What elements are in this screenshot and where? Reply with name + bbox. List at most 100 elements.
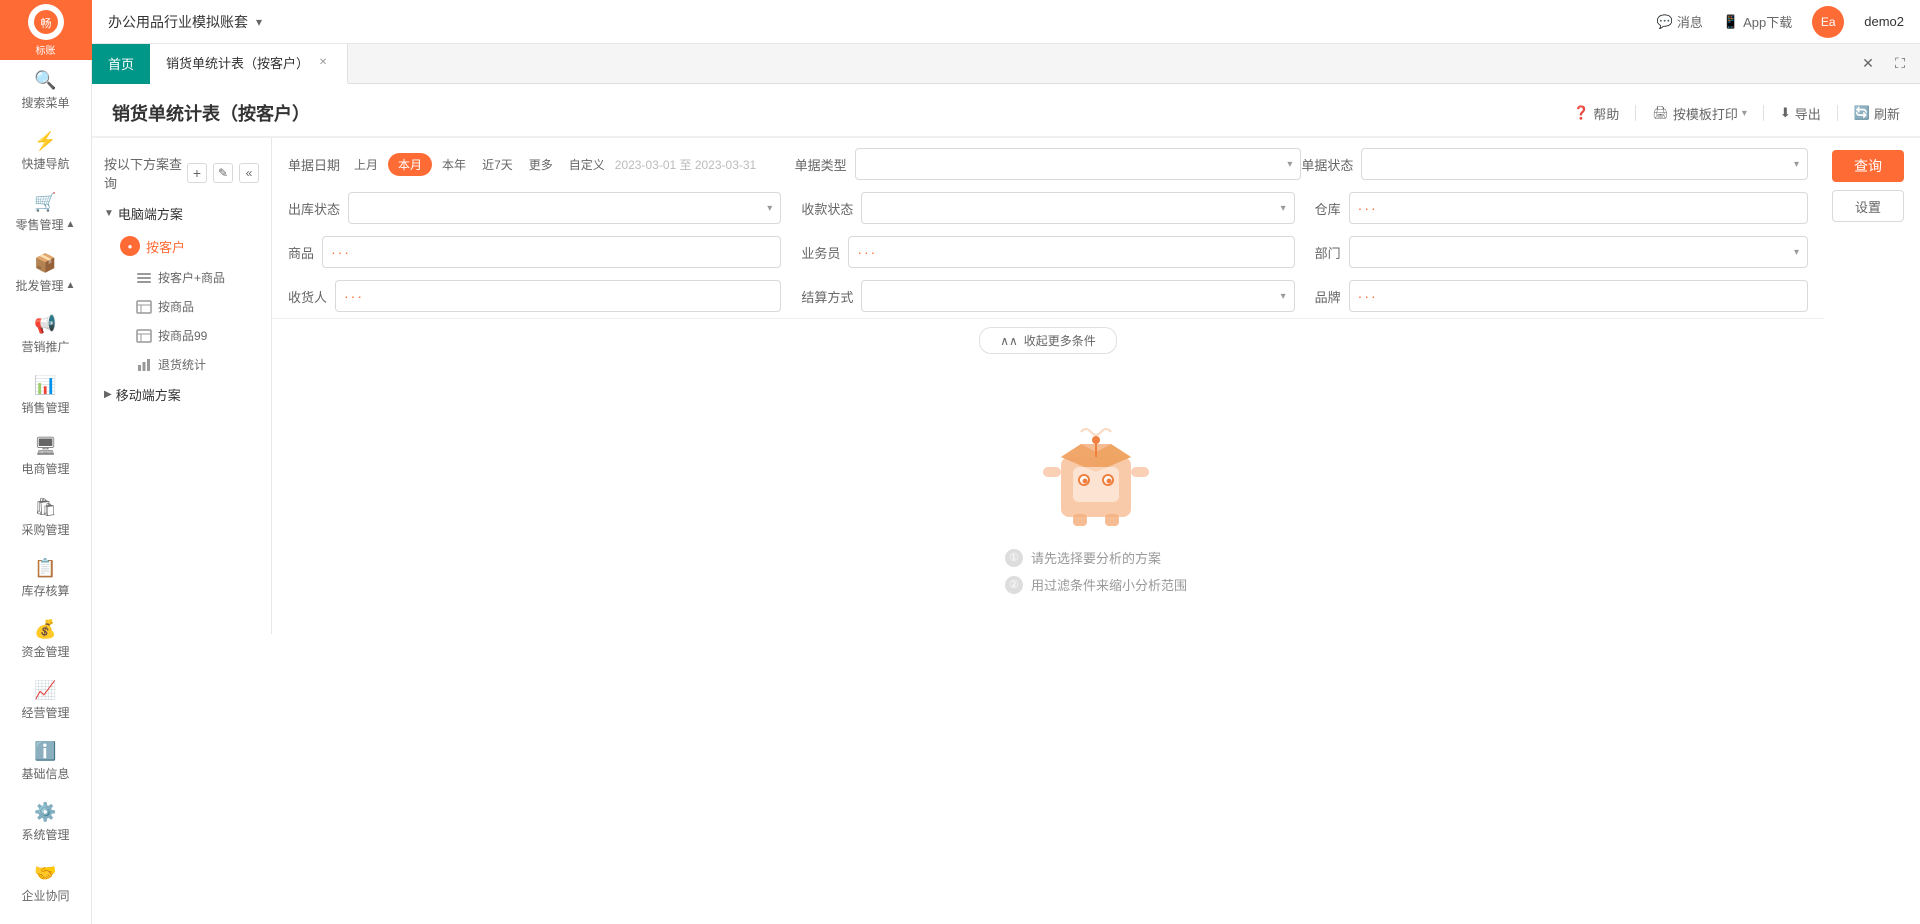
department-filter: 部门 ▾ <box>1315 236 1808 268</box>
mobile-category[interactable]: ▶ 移动端方案 <box>92 379 271 410</box>
sidebar-item-enterprise[interactable]: 🤝 企业协同 <box>0 853 91 914</box>
wholesale-icon: 📦 <box>34 253 56 274</box>
doc-status-select[interactable]: ▾ <box>1361 148 1808 180</box>
settlement-select[interactable]: ▾ <box>861 280 1294 312</box>
doc-type-select[interactable]: ▾ <box>855 148 1302 180</box>
divider-3 <box>1837 105 1838 121</box>
user-avatar[interactable]: Ea <box>1812 6 1844 38</box>
salesperson-filter: 业务员 ··· <box>801 236 1294 268</box>
query-button[interactable]: 查询 <box>1832 150 1904 182</box>
sidebar-item-sales[interactable]: 📊 销售管理 <box>0 365 91 426</box>
date-btn-more[interactable]: 更多 <box>523 154 559 175</box>
export-button[interactable]: ⬇ 导出 <box>1780 104 1821 123</box>
sidebar-item-purchase[interactable]: 🛍 采购管理 <box>0 487 91 548</box>
help-button[interactable]: ❓ 帮助 <box>1573 104 1619 123</box>
sidebar-item-wholesale[interactable]: 📦 批发管理 ▲ <box>0 243 91 304</box>
sidebar-item-operations[interactable]: 📈 经营管理 <box>0 670 91 731</box>
user-name: demo2 <box>1864 14 1904 29</box>
sidebar-item-purchase-label: 采购管理 <box>21 521 69 538</box>
sidebar-item-system[interactable]: ⚙️ 系统管理 <box>0 792 91 853</box>
receiver-select[interactable]: ··· <box>335 280 781 312</box>
stock-status-select[interactable]: ▾ <box>348 192 781 224</box>
tab-sales-stats[interactable]: 销货单统计表（按客户） ✕ <box>150 44 348 84</box>
sidebar-item-search[interactable]: 🔍 搜索菜单 <box>0 60 91 121</box>
date-btn-this-month[interactable]: 本月 <box>388 153 432 176</box>
operations-icon: 📈 <box>34 680 56 701</box>
sidebar-item-retail-label: 零售管理 ▲ <box>16 216 76 233</box>
scheme-item-by-goods-label: 按商品 <box>158 298 194 315</box>
brand-select[interactable]: ··· <box>1349 280 1808 312</box>
collapse-button[interactable]: ∧∧ 收起更多条件 <box>979 327 1117 354</box>
date-btn-this-year[interactable]: 本年 <box>436 154 472 175</box>
desktop-category[interactable]: ▼ 电脑端方案 <box>92 198 271 229</box>
doc-status-arrow-icon: ▾ <box>1794 159 1799 170</box>
brand-filter: 品牌 ··· <box>1315 280 1808 312</box>
warehouse-select[interactable]: ··· <box>1349 192 1808 224</box>
export-icon: ⬇ <box>1780 105 1791 121</box>
main-area: 办公用品行业模拟账套 ▾ 💬 消息 📱 App下载 Ea demo2 首页 <box>92 0 1920 924</box>
scheme-panel: 按以下方案查询 + ✎ « ▼ 电脑端 <box>92 138 272 634</box>
page-actions: ❓ 帮助 🖨 按模板打印 ▾ ⬇ 导出 🔄 刷新 <box>1573 104 1900 123</box>
scheme-item-by-customer[interactable]: ● 按客户 <box>92 229 271 263</box>
sidebar-item-finance[interactable]: 💰 资金管理 <box>0 609 91 670</box>
scheme-item-by-goods[interactable]: 按商品 <box>92 292 271 321</box>
message-button[interactable]: 💬 消息 <box>1657 12 1703 31</box>
sidebar-item-inventory[interactable]: 📋 库存核算 <box>0 548 91 609</box>
enterprise-icon: 🤝 <box>34 863 56 884</box>
empty-tips: ① 请先选择要分析的方案 ② 用过滤条件来缩小分析范围 <box>1005 548 1187 594</box>
collapse-icon: « <box>246 166 253 180</box>
scheme-item-by-goods-99[interactable]: 按商品99 <box>92 321 271 350</box>
tab-home[interactable]: 首页 <box>92 44 150 84</box>
refresh-button[interactable]: 🔄 刷新 <box>1854 104 1900 123</box>
stock-status-arrow-icon: ▾ <box>767 203 772 214</box>
sidebar-item-enterprise-label: 企业协同 <box>21 887 69 904</box>
goods-filter: 商品 ··· <box>288 236 781 268</box>
goods-select[interactable]: ··· <box>322 236 781 268</box>
scheme-add-button[interactable]: + <box>187 163 207 183</box>
payment-status-select[interactable]: ▾ <box>861 192 1294 224</box>
filter-container: 按以下方案查询 + ✎ « ▼ 电脑端 <box>92 137 1920 634</box>
by-customer-icon: ● <box>120 236 140 256</box>
page-header: 销货单统计表（按客户） ❓ 帮助 🖨 按模板打印 ▾ ⬇ 导出 <box>92 84 1920 137</box>
app-download-button[interactable]: 📱 App下载 <box>1723 12 1792 31</box>
app-download-label: App下载 <box>1743 12 1792 31</box>
scheme-item-by-customer-goods[interactable]: 按客户+商品 <box>92 263 271 292</box>
scheme-items: ● 按客户 按客户+商品 <box>92 229 271 379</box>
scheme-item-refund-stats[interactable]: 退货统计 <box>92 350 271 379</box>
settings-button[interactable]: 设置 <box>1832 190 1904 222</box>
query-buttons: 查询 设置 <box>1824 138 1920 362</box>
salesperson-select[interactable]: ··· <box>848 236 1294 268</box>
sidebar-item-marketing[interactable]: 📢 营销推广 <box>0 304 91 365</box>
sidebar-item-newbie[interactable]: 🎯 新手引导 <box>0 914 91 924</box>
sidebar-item-ecommerce-label: 电商管理 <box>21 460 69 477</box>
system-icon: ⚙️ <box>34 802 56 823</box>
close-window-button[interactable]: ✕ <box>1856 52 1880 76</box>
date-btn-last-7[interactable]: 近7天 <box>476 154 519 175</box>
sidebar-item-ecommerce[interactable]: 🖥 电商管理 <box>0 426 91 487</box>
sidebar-item-basic-info[interactable]: ℹ️ 基础信息 <box>0 731 91 792</box>
message-icon: 💬 <box>1657 14 1673 30</box>
logo[interactable]: 畅 标账 <box>0 0 92 60</box>
department-arrow-icon: ▾ <box>1794 247 1799 258</box>
doc-status-label: 单据状态 <box>1301 155 1353 174</box>
sidebar-item-retail[interactable]: 🛒 零售管理 ▲ <box>0 182 91 243</box>
salesperson-value: ··· <box>857 244 877 260</box>
warehouse-filter: 仓库 ··· <box>1315 192 1808 224</box>
maximize-window-button[interactable]: ⛶ <box>1888 52 1912 76</box>
sidebar-item-quick-nav[interactable]: ⚡ 快捷导航 <box>0 121 91 182</box>
tab-close-button[interactable]: ✕ <box>315 55 331 71</box>
user-avatar-text: Ea <box>1821 15 1836 29</box>
app-name-dropdown[interactable]: ▾ <box>256 15 262 29</box>
sidebar-item-wholesale-label: 批发管理 ▲ <box>16 277 76 294</box>
date-btn-custom[interactable]: 自定义 <box>563 154 611 175</box>
sidebar-item-operations-label: 经营管理 <box>21 704 69 721</box>
scheme-collapse-button[interactable]: « <box>239 163 259 183</box>
department-select[interactable]: ▾ <box>1349 236 1808 268</box>
scheme-edit-button[interactable]: ✎ <box>213 163 233 183</box>
help-icon: ❓ <box>1573 105 1589 121</box>
sidebar-item-sales-label: 销售管理 <box>21 399 69 416</box>
finance-icon: 💰 <box>34 619 56 640</box>
settlement-arrow-icon: ▾ <box>1281 291 1286 302</box>
print-button[interactable]: 🖨 按模板打印 ▾ <box>1652 104 1747 123</box>
date-btn-last-month[interactable]: 上月 <box>348 154 384 175</box>
